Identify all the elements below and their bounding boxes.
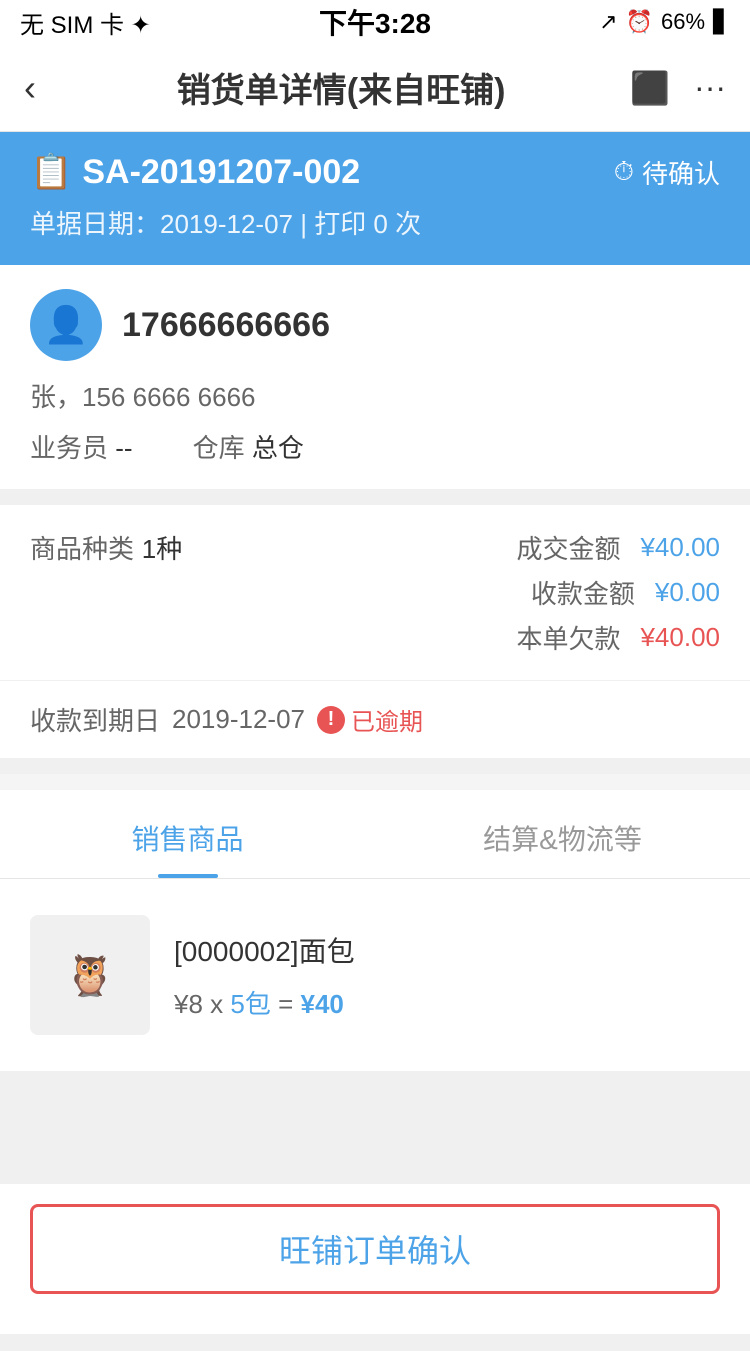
transaction-value: ¥40.00 — [640, 532, 720, 563]
owed-label: 本单欠款 — [516, 619, 620, 656]
product-name: [0000002]面包 — [174, 930, 720, 970]
price-text: ¥8 x — [174, 989, 230, 1019]
due-date-value: 2019-12-07 — [172, 704, 305, 735]
overdue-icon: ! — [317, 706, 345, 734]
receipt-value: ¥0.00 — [655, 577, 720, 608]
product-type-section: 商品种类 1种 — [30, 529, 182, 566]
due-date-row: 收款到期日 2019-12-07 ! 已逾期 — [30, 701, 720, 738]
customer-top: 👤 17666666666 — [30, 289, 720, 361]
tab-sales-products[interactable]: 销售商品 — [0, 790, 375, 878]
product-type-label: 商品种类 — [30, 534, 134, 564]
nav-actions: ⬛ ··· — [630, 69, 726, 107]
qty-text: 5包 — [230, 989, 270, 1019]
customer-card: 👤 17666666666 张，156 6666 6666 业务员 -- 仓库 … — [0, 265, 750, 489]
product-list: 🦉 [0000002]面包 ¥8 x 5包 = ¥40 — [0, 879, 750, 1071]
owed-value: ¥40.00 — [640, 622, 720, 653]
customer-meta: 业务员 -- 仓库 总仓 — [30, 428, 720, 465]
battery-icon: ▋ — [713, 9, 730, 35]
status-bar-time: 下午3:28 — [319, 2, 431, 42]
warehouse-item: 仓库 总仓 — [193, 428, 304, 465]
summary-main: 商品种类 1种 成交金额 ¥40.00 收款金额 ¥0.00 本单欠款 ¥40.… — [30, 529, 720, 656]
due-date-label: 收款到期日 — [30, 701, 160, 738]
order-header-top: 📋 SA-20191207-002 ⏱ 待确认 — [30, 152, 720, 192]
due-date-card: 收款到期日 2019-12-07 ! 已逾期 — [0, 680, 750, 758]
order-header: 📋 SA-20191207-002 ⏱ 待确认 单据日期：2019-12-07 … — [0, 132, 750, 265]
order-date: 单据日期：2019-12-07 | 打印 0 次 — [30, 204, 720, 241]
back-button[interactable]: ‹ — [24, 67, 52, 109]
transaction-row: 成交金额 ¥40.00 — [516, 529, 720, 566]
status-bar-right: ↗ ⏰ 66% ▋ — [599, 9, 730, 35]
receipt-row: 收款金额 ¥0.00 — [531, 574, 720, 611]
equals-text: = — [271, 989, 301, 1019]
share-icon[interactable]: ⬛ — [630, 69, 670, 107]
avatar: 👤 — [30, 289, 102, 361]
order-id: 📋 SA-20191207-002 — [30, 152, 360, 192]
receipt-label: 收款金额 — [531, 574, 635, 611]
summary-card: 商品种类 1种 成交金额 ¥40.00 收款金额 ¥0.00 本单欠款 ¥40.… — [0, 505, 750, 680]
divider-1 — [0, 489, 750, 505]
order-icon: 📋 — [30, 152, 72, 192]
nav-bar: ‹ 销货单详情(来自旺铺) ⬛ ··· — [0, 44, 750, 132]
overdue-text: 已逾期 — [351, 702, 423, 737]
status-bar: 无 SIM 卡 ✦ 下午3:28 ↗ ⏰ 66% ▋ — [0, 0, 750, 44]
sim-signal: 无 SIM 卡 ✦ — [20, 5, 151, 40]
alarm-icon: ⏰ — [626, 9, 653, 35]
owed-row: 本单欠款 ¥40.00 — [516, 619, 720, 656]
overdue-badge: ! 已逾期 — [317, 702, 423, 737]
product-type-value: 1种 — [142, 534, 182, 564]
bottom-button-area: 旺铺订单确认 — [0, 1184, 750, 1334]
divider-2 — [0, 758, 750, 774]
amounts-section: 成交金额 ¥40.00 收款金额 ¥0.00 本单欠款 ¥40.00 — [516, 529, 720, 656]
product-price: ¥8 x 5包 = ¥40 — [174, 984, 720, 1021]
avatar-icon: 👤 — [44, 304, 89, 346]
battery-level: 66% — [661, 9, 705, 35]
tabs: 销售商品 结算&物流等 — [0, 790, 750, 879]
product-item: 🦉 [0000002]面包 ¥8 x 5包 = ¥40 — [30, 899, 720, 1051]
clock-icon: ⏱ — [614, 156, 634, 188]
total-text: ¥40 — [300, 989, 343, 1019]
customer-info: 张，156 6666 6666 — [30, 377, 720, 414]
product-details: [0000002]面包 ¥8 x 5包 = ¥40 — [174, 930, 720, 1021]
customer-phone: 17666666666 — [122, 306, 330, 345]
product-thumbnail: 🦉 — [30, 915, 150, 1035]
tab-settlement[interactable]: 结算&物流等 — [375, 790, 750, 878]
order-status: ⏱ 待确认 — [614, 154, 720, 191]
transaction-label: 成交金额 — [516, 529, 620, 566]
location-icon: ↗ — [599, 9, 617, 35]
confirm-order-button[interactable]: 旺铺订单确认 — [30, 1204, 720, 1294]
status-bar-left: 无 SIM 卡 ✦ — [20, 5, 151, 40]
more-icon[interactable]: ··· — [694, 69, 726, 106]
salesperson-item: 业务员 -- — [30, 428, 133, 465]
page-title: 销货单详情(来自旺铺) — [52, 63, 630, 112]
product-logo-icon: 🦉 — [65, 952, 115, 999]
